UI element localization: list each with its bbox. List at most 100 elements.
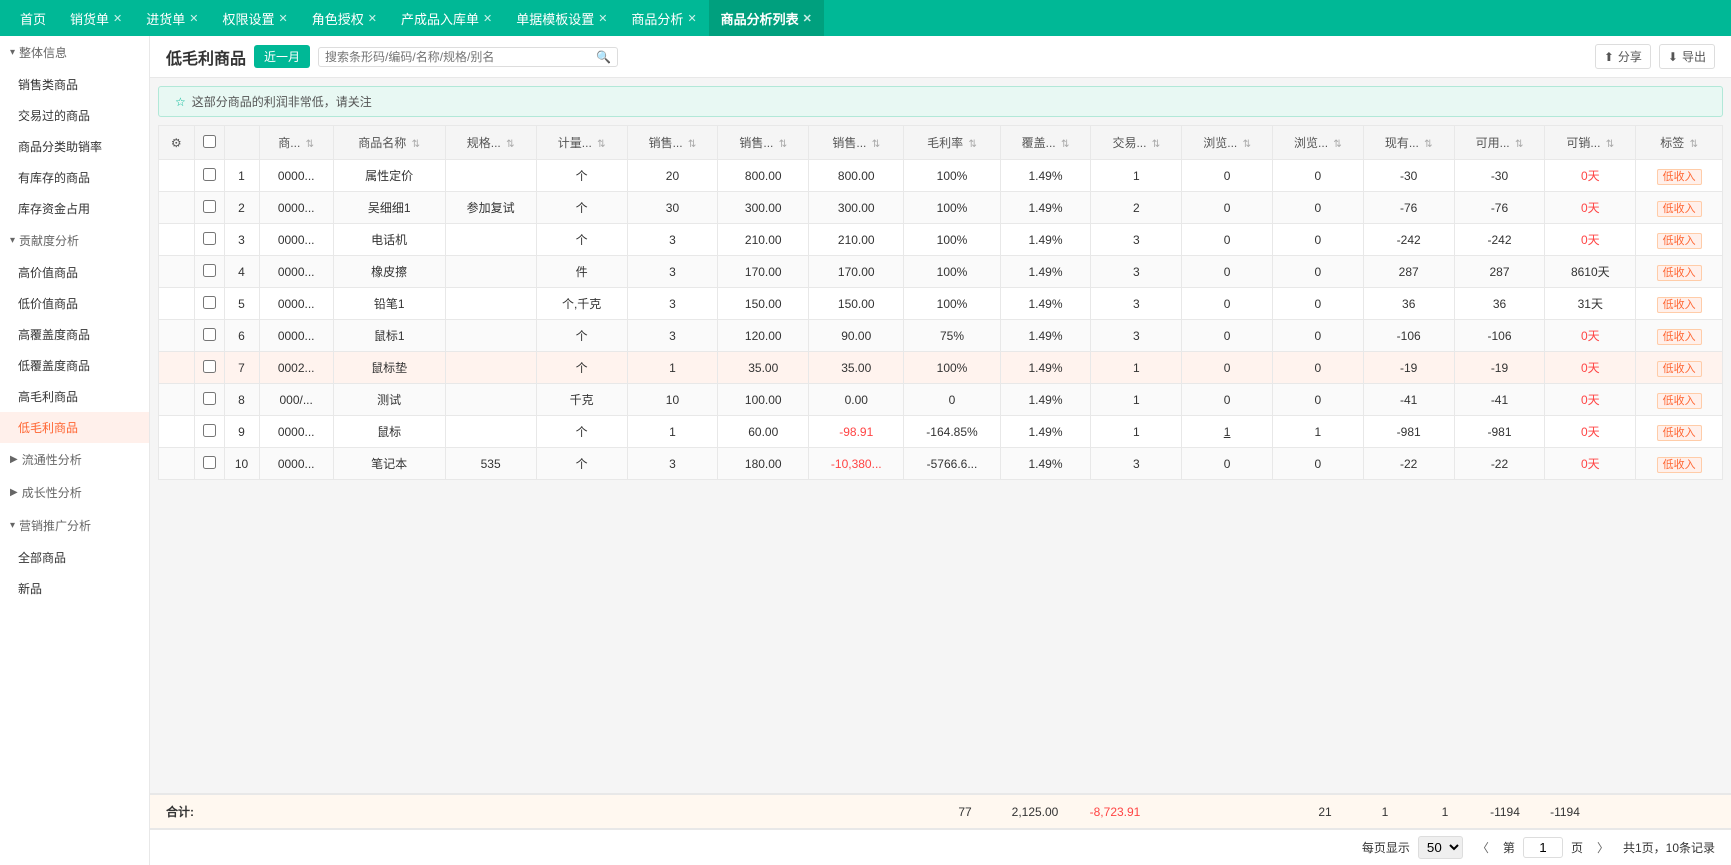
row-checkbox[interactable]: [194, 192, 224, 224]
search-input[interactable]: [325, 50, 596, 64]
col-tag[interactable]: 标签 ⇅: [1636, 126, 1723, 160]
col-sales-price[interactable]: 销售... ⇅: [718, 126, 809, 160]
sidebar-item-stock-capital[interactable]: 库存资金占用: [0, 193, 149, 224]
nav-home[interactable]: 首页: [8, 0, 58, 36]
row-sales-qty: 3: [627, 448, 718, 480]
search-icon[interactable]: 🔍: [596, 50, 611, 64]
col-sales-profit[interactable]: 销售... ⇅: [809, 126, 904, 160]
col-available[interactable]: 可用... ⇅: [1454, 126, 1545, 160]
row-view1[interactable]: 0: [1182, 256, 1273, 288]
sidebar-item-high-margin[interactable]: 高毛利商品: [0, 381, 149, 412]
col-coverage[interactable]: 覆盖... ⇅: [1000, 126, 1091, 160]
row-checkbox[interactable]: [194, 416, 224, 448]
close-purchase-icon[interactable]: ✕: [189, 12, 198, 25]
table-row: 8 000/... 测试 千克 10 100.00 0.00 0 1.49% 1…: [159, 384, 1723, 416]
group-arrow-contribution: ▾: [10, 235, 15, 246]
close-roles-icon[interactable]: ✕: [368, 12, 377, 25]
row-view1[interactable]: 1: [1182, 416, 1273, 448]
sidebar-item-sales-goods[interactable]: 销售类商品: [0, 69, 149, 100]
col-name[interactable]: 商品名称 ⇅: [333, 126, 445, 160]
nav-roles[interactable]: 角色授权 ✕: [300, 0, 389, 36]
sidebar-item-low-margin[interactable]: 低毛利商品: [0, 412, 149, 443]
row-name: 橡皮擦: [333, 256, 445, 288]
prev-page-button[interactable]: 〈: [1471, 837, 1495, 858]
total-label: 共1页，10条记录: [1623, 839, 1715, 856]
row-spec: [445, 256, 536, 288]
row-current: 287: [1363, 256, 1454, 288]
row-checkbox[interactable]: [194, 384, 224, 416]
col-trade[interactable]: 交易... ⇅: [1091, 126, 1182, 160]
nav-purchase[interactable]: 进货单 ✕: [134, 0, 210, 36]
col-checkbox[interactable]: [194, 126, 224, 160]
share-button[interactable]: ⬆ 分享: [1595, 44, 1651, 69]
export-button[interactable]: ⬇ 导出: [1659, 44, 1715, 69]
nav-analysis-list[interactable]: 商品分析列表 ✕: [709, 0, 824, 36]
sidebar-group-overall[interactable]: ▾ 整体信息: [0, 36, 149, 69]
date-filter-button[interactable]: 近一月: [254, 45, 310, 68]
row-view1[interactable]: 0: [1182, 448, 1273, 480]
sidebar-item-low-coverage[interactable]: 低覆盖度商品: [0, 350, 149, 381]
sidebar-group-marketing[interactable]: ▾ 营销推广分析: [0, 509, 149, 542]
col-current[interactable]: 现有... ⇅: [1363, 126, 1454, 160]
row-view1[interactable]: 0: [1182, 320, 1273, 352]
row-view1[interactable]: 0: [1182, 288, 1273, 320]
col-view2[interactable]: 浏览... ⇅: [1273, 126, 1364, 160]
nav-product-entry[interactable]: 产成品入库单 ✕: [389, 0, 504, 36]
select-all-checkbox[interactable]: [203, 135, 216, 148]
row-unit: 个: [536, 352, 627, 384]
row-view1[interactable]: 0: [1182, 384, 1273, 416]
row-checkbox[interactable]: [194, 224, 224, 256]
row-checkbox[interactable]: [194, 160, 224, 192]
sidebar-group-growth[interactable]: ▶ 成长性分析: [0, 476, 149, 509]
row-gross-rate: 75%: [904, 320, 1000, 352]
row-view1[interactable]: 0: [1182, 224, 1273, 256]
close-analysis-list-icon[interactable]: ✕: [803, 12, 812, 25]
sidebar-item-high-value[interactable]: 高价值商品: [0, 257, 149, 288]
nav-template-settings[interactable]: 单据模板设置 ✕: [504, 0, 619, 36]
row-view1[interactable]: 0: [1182, 352, 1273, 384]
col-spec[interactable]: 规格... ⇅: [445, 126, 536, 160]
row-checkbox[interactable]: [194, 448, 224, 480]
close-product-entry-icon[interactable]: ✕: [483, 12, 492, 25]
close-analysis-icon[interactable]: ✕: [687, 12, 696, 25]
row-view2: 0: [1273, 320, 1364, 352]
row-sales-qty: 20: [627, 160, 718, 192]
row-sellable: 0天: [1545, 224, 1636, 256]
row-sellable: 0天: [1545, 352, 1636, 384]
col-view1[interactable]: 浏览... ⇅: [1182, 126, 1273, 160]
row-trade: 3: [1091, 256, 1182, 288]
sidebar-item-traded-goods[interactable]: 交易过的商品: [0, 100, 149, 131]
nav-product-analysis[interactable]: 商品分析 ✕: [619, 0, 708, 36]
col-code[interactable]: 商... ⇅: [259, 126, 333, 160]
nav-permissions[interactable]: 权限设置 ✕: [210, 0, 299, 36]
row-view1[interactable]: 0: [1182, 192, 1273, 224]
row-view1[interactable]: 0: [1182, 160, 1273, 192]
row-checkbox[interactable]: [194, 288, 224, 320]
row-name: 吴细细1: [333, 192, 445, 224]
sidebar-item-new-goods[interactable]: 新品: [0, 573, 149, 604]
per-page-select[interactable]: 50: [1418, 836, 1463, 859]
footer-current: -1194: [1475, 805, 1535, 819]
sidebar-item-stock-goods[interactable]: 有库存的商品: [0, 162, 149, 193]
sidebar-item-low-value[interactable]: 低价值商品: [0, 288, 149, 319]
row-checkbox[interactable]: [194, 352, 224, 384]
col-settings[interactable]: ⚙: [159, 126, 195, 160]
col-unit[interactable]: 计量... ⇅: [536, 126, 627, 160]
sidebar-group-contribution[interactable]: ▾ 贡献度分析: [0, 224, 149, 257]
row-available: -41: [1454, 384, 1545, 416]
close-template-icon[interactable]: ✕: [598, 12, 607, 25]
sidebar-item-category-rate[interactable]: 商品分类助销率: [0, 131, 149, 162]
sidebar-group-circulation[interactable]: ▶ 流通性分析: [0, 443, 149, 476]
page-input[interactable]: [1523, 837, 1563, 858]
sidebar-item-all-goods[interactable]: 全部商品: [0, 542, 149, 573]
close-sales-icon[interactable]: ✕: [113, 12, 122, 25]
sidebar-item-high-coverage[interactable]: 高覆盖度商品: [0, 319, 149, 350]
col-gross-rate[interactable]: 毛利率 ⇅: [904, 126, 1000, 160]
row-checkbox[interactable]: [194, 320, 224, 352]
nav-sales[interactable]: 销货单 ✕: [58, 0, 134, 36]
col-sellable[interactable]: 可销... ⇅: [1545, 126, 1636, 160]
col-sales-qty[interactable]: 销售... ⇅: [627, 126, 718, 160]
row-checkbox[interactable]: [194, 256, 224, 288]
close-permissions-icon[interactable]: ✕: [279, 12, 288, 25]
next-page-button[interactable]: 〉: [1591, 837, 1615, 858]
